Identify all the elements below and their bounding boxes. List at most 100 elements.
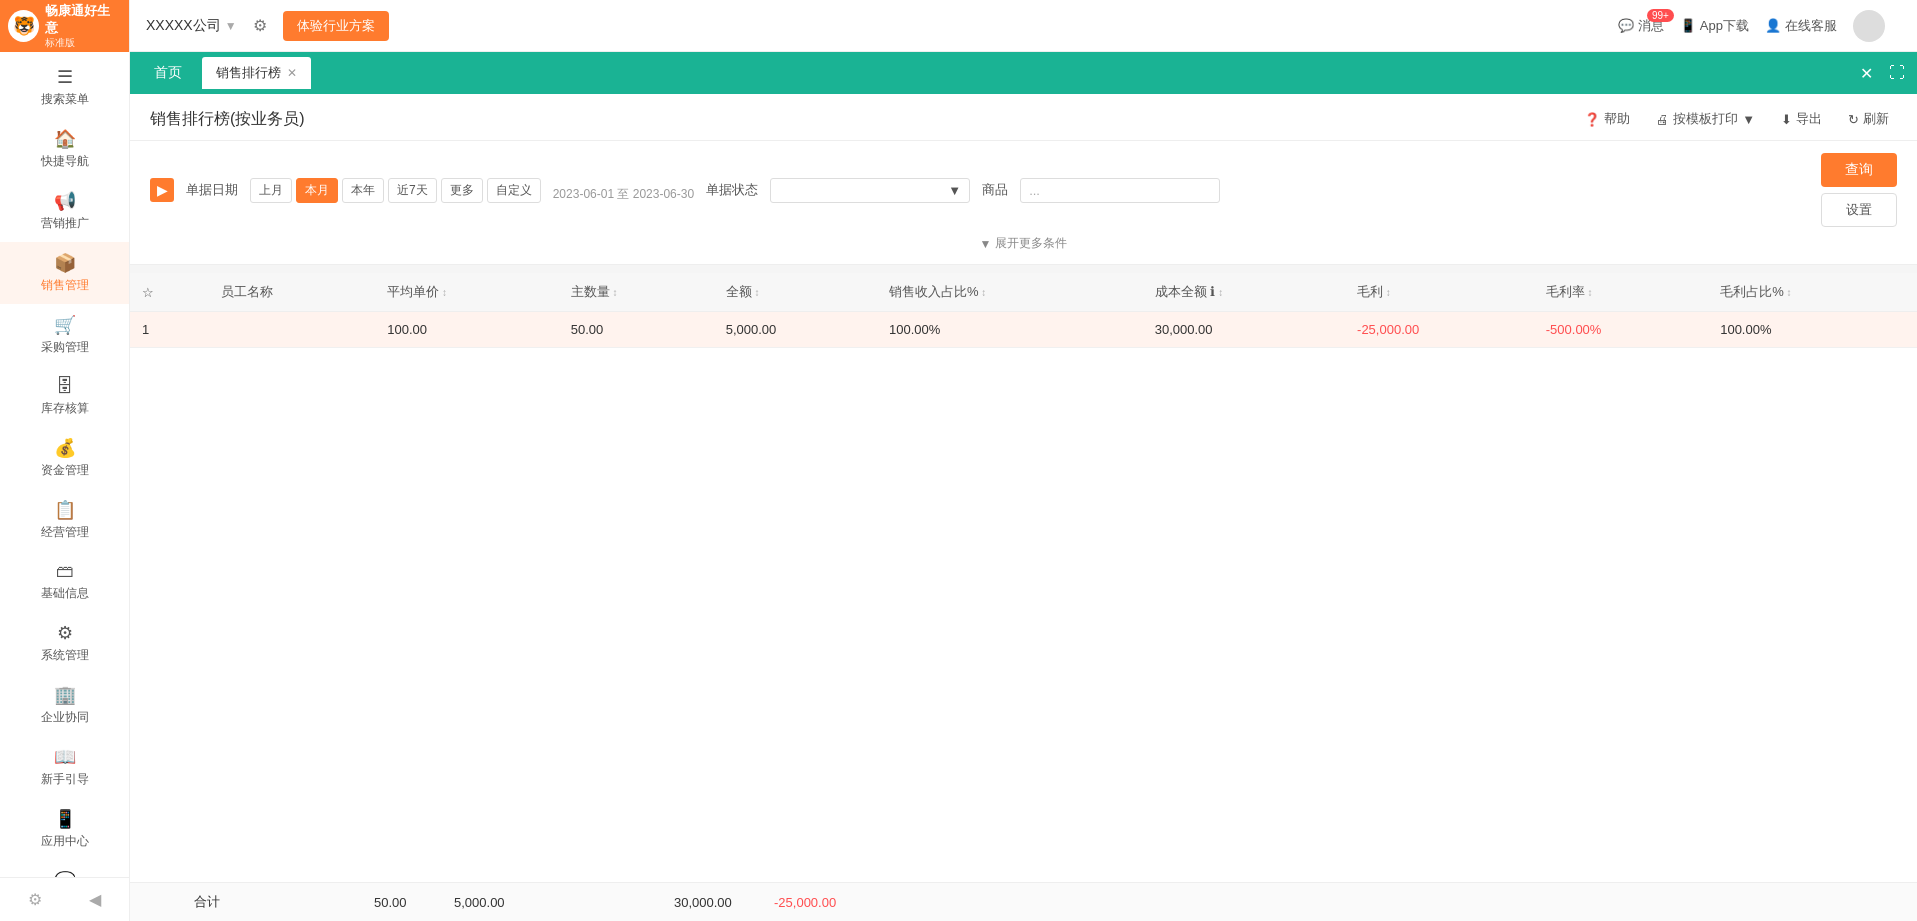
print-label: 按模板打印 xyxy=(1673,110,1738,128)
online-service-btn[interactable]: 👤 在线客服 xyxy=(1765,17,1837,35)
company-name: XXXXX公司 xyxy=(146,17,221,35)
tab-sales-ranking[interactable]: 销售排行榜 ✕ xyxy=(202,57,311,89)
th-gross[interactable]: 毛利 xyxy=(1345,273,1534,312)
sidebar-icon-guide: 📖 xyxy=(54,746,76,768)
sidebar-item-inventory[interactable]: 🗄 库存核算 xyxy=(0,366,129,427)
date-custom-btn[interactable]: 自定义 xyxy=(487,178,541,203)
help-icon: ❓ xyxy=(1584,112,1600,127)
footer-cost: 30,000.00 xyxy=(662,895,762,910)
sidebar-label-guide: 新手引导 xyxy=(41,771,89,788)
logo-icon: 🐯 xyxy=(8,10,39,42)
app-icon: 📱 xyxy=(1680,18,1696,33)
sidebar-item-finance[interactable]: 💰 资金管理 xyxy=(0,427,129,489)
date-prev-month-btn[interactable]: 上月 xyxy=(250,178,292,203)
sidebar-label-operations: 经营管理 xyxy=(41,524,89,541)
filter-expand-arrow[interactable]: ▶ xyxy=(150,178,174,202)
company-selector[interactable]: XXXXX公司 ▼ xyxy=(146,17,237,35)
sidebar-label-inventory: 库存核算 xyxy=(41,400,89,417)
tab-home[interactable]: 首页 xyxy=(138,52,198,94)
sidebar-item-guide[interactable]: 📖 新手引导 xyxy=(0,736,129,798)
cell-amount: 5,000.00 xyxy=(714,312,877,348)
sidebar-item-enterprise[interactable]: 🏢企业协同 xyxy=(0,674,129,736)
print-chevron-icon: ▼ xyxy=(1742,112,1755,127)
trial-btn[interactable]: 体验行业方案 xyxy=(283,11,389,41)
filter-row: ▶ 单据日期 上月 本月 本年 近7天 更多 自定义 2023-06-01 至 … xyxy=(150,153,1897,227)
sidebar-label-app-center: 应用中心 xyxy=(41,833,89,850)
app-download-label: App下载 xyxy=(1700,17,1749,35)
tab-close-all-btn[interactable]: ✕ xyxy=(1856,60,1877,87)
sidebar-item-search-orders[interactable]: ☰搜索菜单 xyxy=(0,56,129,118)
sidebar-item-wechat[interactable]: 💬企业微信 xyxy=(0,860,129,877)
sidebar-label-quick-nav: 快捷导航 xyxy=(41,153,89,170)
th-gross-pct[interactable]: 毛利占比% xyxy=(1708,273,1917,312)
sidebar-logo: 🐯 畅康通好生意 标准版 xyxy=(0,0,129,52)
help-btn[interactable]: ❓ 帮助 xyxy=(1576,106,1638,132)
table-head: ☆ 员工名称 平均单价 主数量 全额 销售收入占比% 成本全额 ℹ 毛利 毛利率… xyxy=(130,273,1917,312)
sidebar-collapse-btn[interactable]: ◀ xyxy=(85,886,105,913)
avatar[interactable] xyxy=(1853,10,1885,42)
expand-down-icon: ▼ xyxy=(980,237,992,251)
sidebar-item-sales[interactable]: 📦销售管理 xyxy=(0,242,129,304)
th-sales-pct[interactable]: 销售收入占比% xyxy=(877,273,1143,312)
sidebar-item-system[interactable]: ⚙ 系统管理 xyxy=(0,612,129,674)
th-avg-price[interactable]: 平均单价 xyxy=(375,273,558,312)
sidebar-icon-system: ⚙ xyxy=(57,622,73,644)
edition-label: 标准版 xyxy=(45,36,121,49)
th-amount[interactable]: 全额 xyxy=(714,273,877,312)
sidebar-item-marketing[interactable]: 📢营销推广 xyxy=(0,180,129,242)
tabbar: 首页 销售排行榜 ✕ ✕ ⛶ xyxy=(130,52,1917,94)
table-header-row: ☆ 员工名称 平均单价 主数量 全额 销售收入占比% 成本全额 ℹ 毛利 毛利率… xyxy=(130,273,1917,312)
table-footer: 合计 50.00 5,000.00 30,000.00 -25,000.00 xyxy=(130,882,1917,921)
sidebar-label-marketing: 营销推广 xyxy=(41,215,89,232)
goods-input[interactable]: ... xyxy=(1020,178,1220,203)
page-header-actions: ❓ 帮助 🖨 按模板打印 ▼ ⬇ 导出 ↻ 刷新 xyxy=(1576,106,1897,132)
topbar-settings-btn[interactable]: ⚙ xyxy=(245,11,275,41)
cell-qty: 50.00 xyxy=(559,312,714,348)
sidebar-item-app-center[interactable]: 📱应用中心 xyxy=(0,798,129,860)
sidebar-icon-wechat: 💬 xyxy=(54,870,76,877)
th-gross-rate[interactable]: 毛利率 xyxy=(1534,273,1708,312)
app-download-btn[interactable]: 📱 App下载 xyxy=(1680,17,1749,35)
sidebar-settings-btn[interactable]: ⚙ xyxy=(24,886,46,913)
status-select[interactable]: ▼ xyxy=(770,178,970,203)
expand-more-btn[interactable]: ▼ 展开更多条件 xyxy=(150,227,1897,252)
page-content: 销售排行榜(按业务员) ❓ 帮助 🖨 按模板打印 ▼ ⬇ 导出 ↻ 刷新 xyxy=(130,94,1917,921)
sidebar-item-purchase[interactable]: 🛒采购管理 xyxy=(0,304,129,366)
date-year-btn[interactable]: 本年 xyxy=(342,178,384,203)
print-btn[interactable]: 🖨 按模板打印 ▼ xyxy=(1648,106,1763,132)
tab-close-icon[interactable]: ✕ xyxy=(287,66,297,80)
sidebar-icon-search-orders: ☰ xyxy=(57,66,73,88)
sidebar-icon-purchase: 🛒 xyxy=(54,314,76,336)
refresh-btn[interactable]: ↻ 刷新 xyxy=(1840,106,1897,132)
sidebar-label-system: 系统管理 xyxy=(41,647,89,664)
message-badge: 99+ xyxy=(1647,9,1674,22)
settings-btn-right[interactable]: 设置 xyxy=(1821,193,1897,227)
sidebar-item-basic-info[interactable]: 🗃基础信息 xyxy=(0,551,129,612)
logo-text: 畅康通好生意 标准版 xyxy=(45,3,121,50)
page-title: 销售排行榜(按业务员) xyxy=(150,109,305,130)
sidebar-icon-inventory: 🗄 xyxy=(56,376,74,397)
tab-expand-btn[interactable]: ⛶ xyxy=(1885,60,1909,87)
th-qty[interactable]: 主数量 xyxy=(559,273,714,312)
sidebar-nav: ☰搜索菜单🏠快捷导航📢营销推广📦销售管理🛒采购管理 🗄 库存核算 💰 资金管理 📋经营管理… xyxy=(0,52,129,877)
th-employee: 员工名称 xyxy=(209,273,375,312)
query-btn[interactable]: 查询 xyxy=(1821,153,1897,187)
table-body: 1 100.00 50.00 5,000.00 100.00% 30,000.0… xyxy=(130,312,1917,348)
topbar: XXXXX公司 ▼ ⚙ 体验行业方案 💬 消息 99+ 📱 App下载 👤 在线… xyxy=(130,0,1917,52)
message-btn[interactable]: 💬 消息 99+ xyxy=(1618,17,1664,35)
date-more-btn[interactable]: 更多 xyxy=(441,178,483,203)
date-cur-month-btn[interactable]: 本月 xyxy=(296,178,338,203)
date-7days-btn[interactable]: 近7天 xyxy=(388,178,437,203)
tabbar-actions: ✕ ⛶ xyxy=(1856,60,1909,87)
export-btn[interactable]: ⬇ 导出 xyxy=(1773,106,1830,132)
topbar-actions: 💬 消息 99+ 📱 App下载 👤 在线客服 xyxy=(1618,10,1901,42)
cell-sales-pct: 100.00% xyxy=(877,312,1143,348)
th-cost[interactable]: 成本全额 ℹ xyxy=(1143,273,1345,312)
cell-avg-price: 100.00 xyxy=(375,312,558,348)
footer-qty: 50.00 xyxy=(362,895,442,910)
sidebar-item-quick-nav[interactable]: 🏠快捷导航 xyxy=(0,118,129,180)
sidebar-item-operations[interactable]: 📋经营管理 xyxy=(0,489,129,551)
export-icon: ⬇ xyxy=(1781,112,1792,127)
sidebar-label-finance: 资金管理 xyxy=(41,462,89,479)
sidebar-icon-finance: 💰 xyxy=(54,437,76,459)
